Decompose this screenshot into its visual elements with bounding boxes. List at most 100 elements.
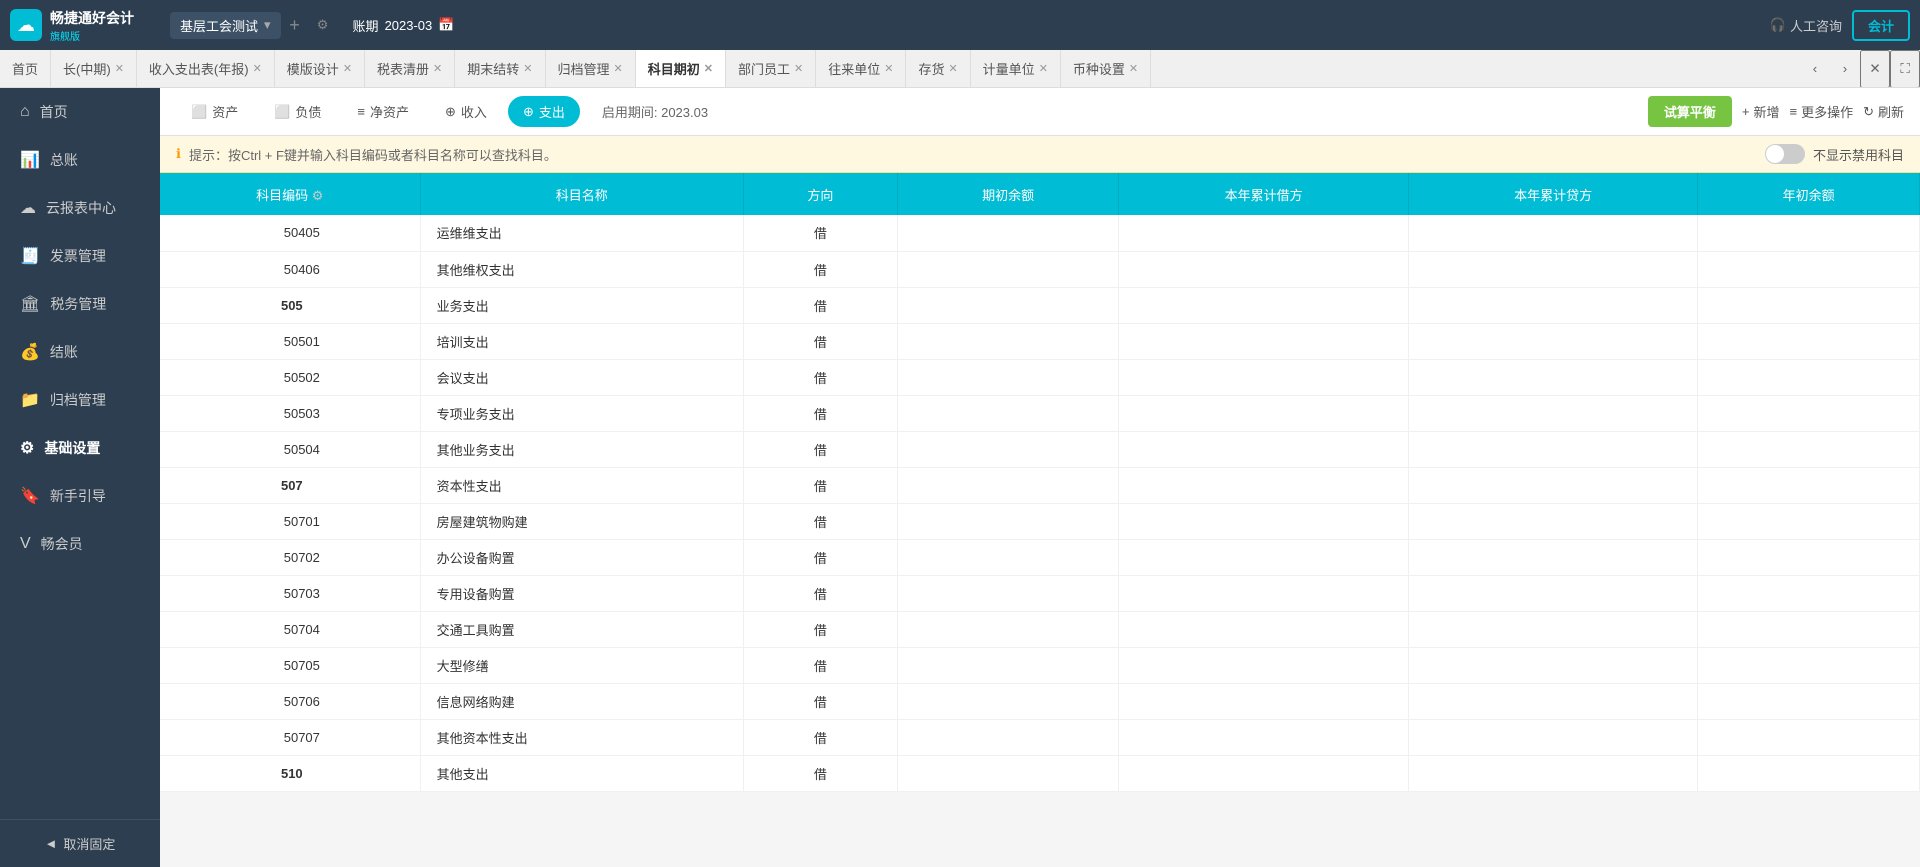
tab-home[interactable]: 首页 [0,50,51,87]
cell-year-initial [1698,323,1920,359]
cell-code: 50705 [160,647,420,683]
chevron-down-icon: ▾ [264,17,271,33]
close-icon[interactable]: ✕ [433,62,442,75]
close-icon[interactable]: ✕ [253,62,262,75]
balance-button[interactable]: 试算平衡 [1648,96,1732,127]
tab-inventory[interactable]: 存货 ✕ [906,50,970,87]
table-row[interactable]: 50502 会议支出 借 [160,359,1920,395]
sub-tab-liabilities[interactable]: ⬜ 负债 [259,96,336,127]
cell-ytd-debit [1119,575,1408,611]
sub-tab-expenditure[interactable]: ⊕ 支出 [508,96,580,127]
sidebar-item-basic-settings[interactable]: ⚙ 基础设置 [0,424,160,472]
cell-direction: 借 [743,431,897,467]
tab-subject-initial[interactable]: 科目期初 ✕ [636,50,726,87]
add-company-button[interactable]: + [281,11,309,39]
table-row[interactable]: 505 业务支出 借 [160,287,1920,323]
settings-icon[interactable]: ⚙ [309,11,337,39]
close-icon[interactable]: ✕ [115,62,124,75]
close-icon[interactable]: ✕ [884,62,893,75]
table-row[interactable]: 510 其他支出 借 [160,755,1920,791]
cell-name: 其他支出 [420,755,743,791]
close-icon[interactable]: ✕ [1039,62,1048,75]
cell-ytd-credit [1408,251,1697,287]
tab-period-transfer[interactable]: 期末结转 ✕ [455,50,545,87]
table-row[interactable]: 50406 其他维权支出 借 [160,251,1920,287]
disabled-toggle[interactable] [1765,144,1805,164]
sidebar-item-archive[interactable]: 📁 归档管理 [0,376,160,424]
tab-expand-button[interactable]: ⛶ [1890,50,1920,88]
close-icon[interactable]: ✕ [1129,62,1138,75]
cell-name: 大型修缮 [420,647,743,683]
tab-controls: ‹ › ✕ ⛶ [1800,50,1920,88]
cell-initial-balance [897,215,1119,251]
close-icon[interactable]: ✕ [948,62,957,75]
table-row[interactable]: 50703 专用设备购置 借 [160,575,1920,611]
col-year-initial: 年初余额 [1698,173,1920,215]
table-row[interactable]: 507 资本性支出 借 [160,467,1920,503]
sub-tab-net-assets[interactable]: ≡ 净资产 [342,96,424,127]
tab-prev-button[interactable]: ‹ [1800,50,1830,88]
top-right-area: 🎧 人工咨询 会计 [1770,10,1910,41]
period-display: 启用期间: 2023.03 [602,102,708,121]
toolbar: 试算平衡 + 新增 ≡ 更多操作 ↻ 刷新 [1648,96,1904,127]
table-row[interactable]: 50504 其他业务支出 借 [160,431,1920,467]
col-name: 科目名称 [420,173,743,215]
sub-tab-income[interactable]: ⊕ 收入 [430,96,502,127]
tab-close-all-button[interactable]: ✕ [1860,50,1890,88]
table-row[interactable]: 50501 培训支出 借 [160,323,1920,359]
table-row[interactable]: 50702 办公设备购置 借 [160,539,1920,575]
close-icon[interactable]: ✕ [794,62,803,75]
close-icon[interactable]: ✕ [614,62,623,75]
tab-unit[interactable]: 计量单位 ✕ [971,50,1061,87]
tab-department[interactable]: 部门员工 ✕ [726,50,816,87]
cancel-pin-button[interactable]: ◄ 取消固定 [0,819,160,867]
calendar-icon[interactable]: 📅 [438,17,454,33]
sidebar-item-member[interactable]: V 畅会员 [0,520,160,568]
top-bar: ☁ 畅捷通好会计 旗舰版 基层工会测试 ▾ + ⚙ 账期 2023-03 📅 🎧… [0,0,1920,50]
close-icon[interactable]: ✕ [343,62,352,75]
member-icon: V [20,535,31,553]
table-row[interactable]: 50503 专项业务支出 借 [160,395,1920,431]
cell-year-initial [1698,575,1920,611]
close-icon[interactable]: ✕ [704,62,713,75]
column-settings-icon[interactable]: ⚙ [312,188,324,203]
sidebar-item-guide[interactable]: 🔖 新手引导 [0,472,160,520]
close-icon[interactable]: ✕ [523,62,532,75]
sidebar-item-invoice[interactable]: 🧾 发票管理 [0,232,160,280]
add-button[interactable]: + 新增 [1742,102,1780,121]
cell-code: 50704 [160,611,420,647]
tab-midterm[interactable]: 长(中期) ✕ [51,50,137,87]
sidebar-item-label: 首页 [40,102,68,122]
table-row[interactable]: 50707 其他资本性支出 借 [160,719,1920,755]
help-button[interactable]: 🎧 人工咨询 [1770,16,1842,35]
tab-tax-table[interactable]: 税表清册 ✕ [365,50,455,87]
table-row[interactable]: 50706 信息网络购建 借 [160,683,1920,719]
tab-label: 期末结转 [467,59,519,78]
period-label: 账期 [353,16,379,35]
tab-partners[interactable]: 往来单位 ✕ [816,50,906,87]
sub-tab-label: 资产 [212,102,238,121]
cell-code: 50706 [160,683,420,719]
sidebar-item-settle[interactable]: 💰 结账 [0,328,160,376]
company-selector[interactable]: 基层工会测试 ▾ [170,12,281,39]
table-row[interactable]: 50405 运维维支出 借 [160,215,1920,251]
expenditure-icon: ⊕ [523,104,534,120]
cell-ytd-debit [1119,683,1408,719]
account-button[interactable]: 会计 [1852,10,1910,41]
tab-template[interactable]: 模版设计 ✕ [275,50,365,87]
sidebar-item-cloud-report[interactable]: ☁ 云报表中心 [0,184,160,232]
sub-tab-assets[interactable]: ⬜ 资产 [176,96,253,127]
table-row[interactable]: 50704 交通工具购置 借 [160,611,1920,647]
sidebar-item-ledger[interactable]: 📊 总账 [0,136,160,184]
tab-archive[interactable]: 归档管理 ✕ [546,50,636,87]
more-button[interactable]: ≡ 更多操作 [1789,102,1853,121]
tab-currency[interactable]: 币种设置 ✕ [1061,50,1151,87]
cell-ytd-debit [1119,719,1408,755]
table-row[interactable]: 50705 大型修缮 借 [160,647,1920,683]
tab-annual-report[interactable]: 收入支出表(年报) ✕ [137,50,275,87]
tab-next-button[interactable]: › [1830,50,1860,88]
table-row[interactable]: 50701 房屋建筑物购建 借 [160,503,1920,539]
refresh-button[interactable]: ↻ 刷新 [1863,102,1904,121]
sidebar-item-tax[interactable]: 🏛 税务管理 [0,280,160,328]
sidebar-item-home[interactable]: ⌂ 首页 [0,88,160,136]
